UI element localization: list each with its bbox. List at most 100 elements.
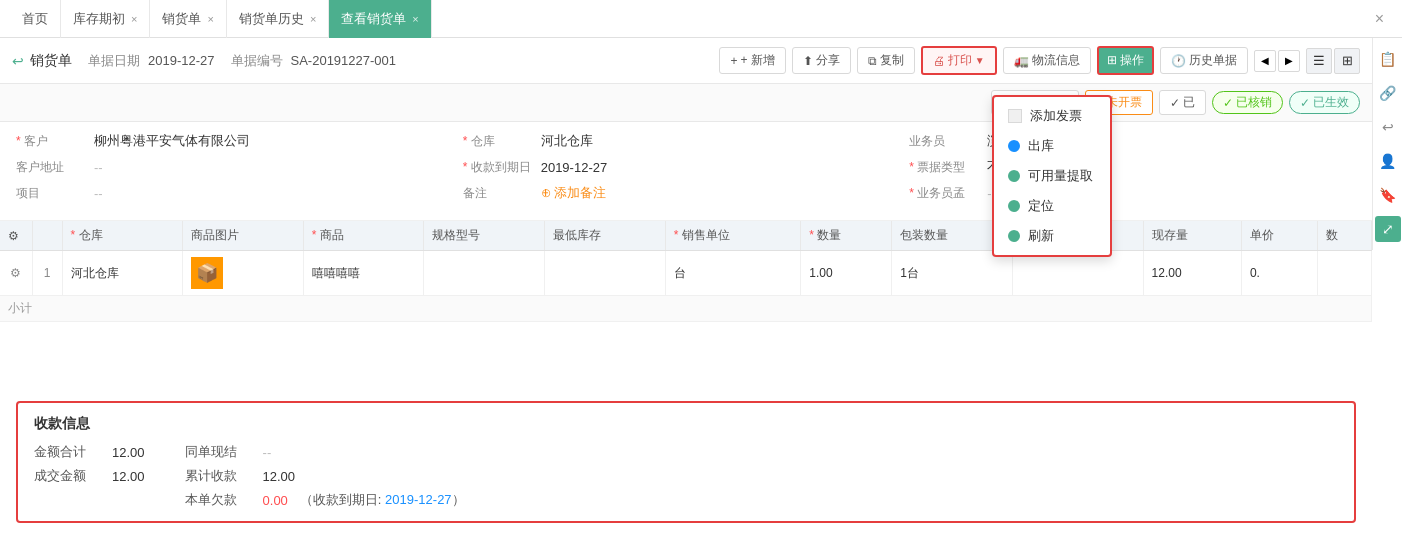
cell-min-stock — [545, 251, 666, 296]
dropdown-outbound[interactable]: 出库 — [994, 131, 1110, 161]
done-effect-button[interactable]: ✓ 已生效 — [1289, 91, 1360, 114]
cell-settings: ⚙ — [0, 251, 32, 296]
check-icon: ✓ — [1223, 96, 1233, 110]
history-icon: 🕐 — [1171, 54, 1186, 68]
sidebar-icon-5[interactable]: 🔖 — [1375, 182, 1401, 208]
sidebar-icon-4[interactable]: 👤 — [1375, 148, 1401, 174]
settings-icon[interactable]: ⚙ — [8, 229, 19, 243]
payment-col-left: 金额合计 12.00 成交金额 12.00 — [34, 443, 145, 509]
warehouse-field: 仓库 河北仓库 — [463, 132, 910, 150]
tab-view-label: 查看销货单 — [341, 10, 406, 28]
share-button[interactable]: ⬆ 分享 — [792, 47, 851, 74]
tab-view-sales[interactable]: 查看销货单 × — [329, 0, 431, 38]
cumulative-label: 累计收款 — [185, 467, 255, 485]
tab-home[interactable]: 首页 — [10, 0, 61, 38]
tab-inventory-label: 库存期初 — [73, 10, 125, 28]
balance-row: 本单欠款 0.00 （收款到期日: 2019-12-27） — [185, 491, 465, 509]
available-qty-icon — [1008, 170, 1020, 182]
tab-sales-order[interactable]: 销货单 × — [150, 0, 226, 38]
col-img-label: 商品图片 — [191, 228, 239, 242]
operations-label: 操作 — [1120, 53, 1144, 67]
same-order-label: 同单现结 — [185, 443, 255, 461]
form-row-2: 客户地址 -- 收款到期日 2019-12-27 票据类型 不开票 — [16, 158, 1356, 176]
cell-available — [1012, 251, 1143, 296]
print-button[interactable]: 🖨 打印 ▼ — [921, 46, 997, 75]
staff2-field: 业务员孟 -- — [909, 185, 1356, 202]
doc-no-field: 单据编号 SA-20191227-001 — [231, 52, 397, 70]
address-label: 客户地址 — [16, 159, 86, 176]
customer-value: 柳州粤港平安气体有限公司 — [94, 132, 250, 150]
col-spec: 规格型号 — [424, 221, 545, 251]
next-button[interactable]: ▶ — [1278, 50, 1300, 72]
doc-title-area: ↩ 销货单 — [12, 52, 72, 70]
balance-note: （收款到期日: 2019-12-27） — [300, 491, 465, 509]
cell-index: 1 — [32, 251, 62, 296]
done-check-label: 已核销 — [1236, 94, 1272, 111]
print-icon: 🖨 — [933, 54, 945, 68]
balance-date: 2019-12-27 — [385, 492, 452, 507]
col-min-stock-label: 最低库存 — [553, 228, 601, 242]
tab-inventory-init[interactable]: 库存期初 × — [61, 0, 150, 38]
doc-no-label: 单据编号 — [231, 52, 283, 70]
table-row: ⚙ 1 河北仓库 📦 嘻嘻嘻嘻 台 1.00 1台 12.00 — [0, 251, 1372, 296]
refresh-label: 刷新 — [1028, 227, 1054, 245]
new-icon: + — [730, 54, 737, 68]
dropdown-available-qty[interactable]: 可用量提取 — [994, 161, 1110, 191]
doc-date-field: 单据日期 2019-12-27 — [88, 52, 215, 70]
grid-view-button[interactable]: ⊞ — [1334, 48, 1360, 74]
tab-history-close[interactable]: × — [310, 13, 316, 25]
doc-actions: + + 新增 ⬆ 分享 ⧉ 复制 🖨 打印 ▼ 🚛 — [719, 46, 1360, 75]
new-label: + 新增 — [740, 52, 774, 69]
tab-inventory-close[interactable]: × — [131, 13, 137, 25]
col-more-label: 数 — [1326, 228, 1338, 242]
history-button[interactable]: 🕐 历史单据 — [1160, 47, 1248, 74]
list-view-button[interactable]: ☰ — [1306, 48, 1332, 74]
col-product-img: 商品图片 — [183, 221, 304, 251]
warehouse-label: 仓库 — [463, 133, 533, 150]
transaction-value: 12.00 — [112, 469, 145, 484]
remark-field: 备注 ⊕ 添加备注 — [463, 184, 910, 202]
tab-sales-label: 销货单 — [162, 10, 201, 28]
same-order-value: -- — [263, 445, 272, 460]
sidebar-icon-1[interactable]: 📋 — [1375, 46, 1401, 72]
warehouse-value: 河北仓库 — [541, 132, 593, 150]
done-label: 已 — [1183, 94, 1195, 111]
confirm-icon: ✓ — [1170, 96, 1180, 110]
operations-icon: ⊞ — [1107, 53, 1117, 67]
transaction-label: 成交金额 — [34, 467, 104, 485]
history-label: 历史单据 — [1189, 52, 1237, 69]
confirm-button[interactable]: ✓ 已 — [1159, 90, 1206, 115]
total-amount-label: 金额合计 — [34, 443, 104, 461]
dropdown-refresh[interactable]: 刷新 — [994, 221, 1110, 251]
dropdown-locate[interactable]: 定位 — [994, 191, 1110, 221]
sidebar-icon-2[interactable]: 🔗 — [1375, 80, 1401, 106]
form-row-3: 项目 -- 备注 ⊕ 添加备注 业务员孟 -- — [16, 184, 1356, 202]
cell-stock: 12.00 — [1143, 251, 1241, 296]
col-product: * 商品 — [303, 221, 424, 251]
tab-sales-close[interactable]: × — [207, 13, 213, 25]
subtotal-row: 小计 — [0, 296, 1372, 322]
prev-button[interactable]: ◀ — [1254, 50, 1276, 72]
logistics-button[interactable]: 🚛 物流信息 — [1003, 47, 1091, 74]
col-qty-label: 数量 — [817, 228, 841, 242]
tab-sales-history[interactable]: 销货单历史 × — [227, 0, 329, 38]
dropdown-add-invoice[interactable]: 添加发票 — [994, 101, 1110, 131]
copy-button[interactable]: ⧉ 复制 — [857, 47, 915, 74]
sidebar-icon-6[interactable]: ⤢ — [1375, 216, 1401, 242]
right-sidebar: 📋 🔗 ↩ 👤 🔖 ⤢ — [1372, 38, 1402, 250]
col-qty-required: * — [809, 228, 814, 242]
available-qty-label: 可用量提取 — [1028, 167, 1093, 185]
address-value: -- — [94, 160, 103, 175]
tab-view-close[interactable]: × — [412, 13, 418, 25]
balance-value: 0.00 — [263, 493, 288, 508]
share-label: 分享 — [816, 52, 840, 69]
ticket-type-field: 票据类型 不开票 — [909, 158, 1356, 176]
window-close-button[interactable]: × — [1367, 6, 1392, 32]
col-quantity: * 数量 — [801, 221, 892, 251]
new-button[interactable]: + + 新增 — [719, 47, 785, 74]
operations-button[interactable]: ⊞ 操作 — [1097, 46, 1154, 75]
add-remark-button[interactable]: ⊕ 添加备注 — [541, 184, 607, 202]
col-warehouse: * 仓库 — [62, 221, 183, 251]
done-check-button[interactable]: ✓ 已核销 — [1212, 91, 1283, 114]
sidebar-icon-3[interactable]: ↩ — [1375, 114, 1401, 140]
